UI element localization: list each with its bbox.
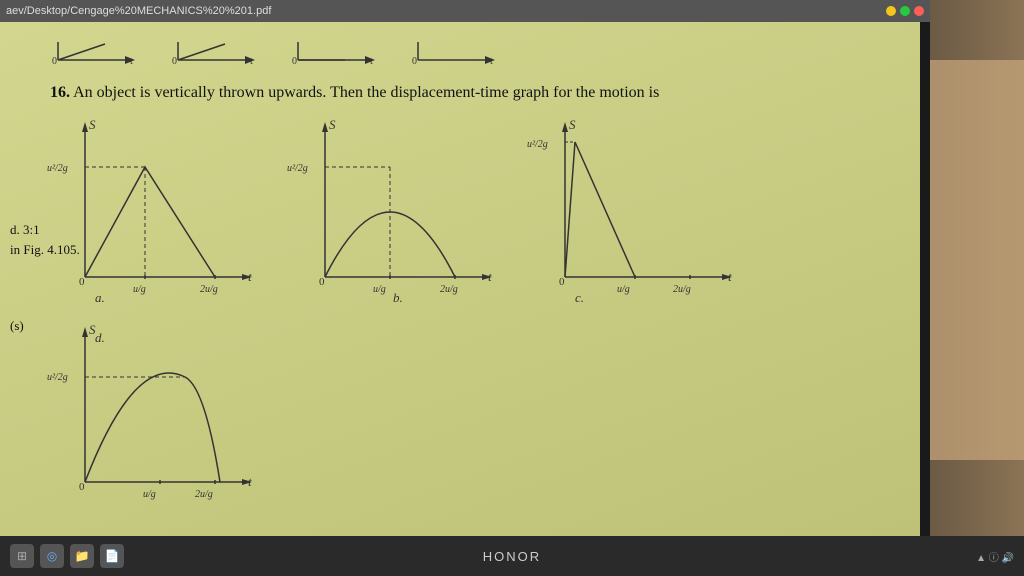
svg-text:u²/2g: u²/2g	[287, 163, 308, 174]
content-area: 0 t 0 t 0 t 0 t 16. A	[0, 22, 920, 542]
graph-d: S t 0 u²/2g u/g 2u/g d.	[45, 322, 275, 517]
svg-text:S: S	[89, 117, 96, 132]
graph-c: S t 0 u²/2g u/g 2u/g c.	[525, 117, 755, 312]
svg-text:u/g: u/g	[143, 489, 156, 500]
files-icon: 📁	[75, 549, 90, 564]
brand-label: HONOR	[483, 549, 541, 564]
question-block: 16. An object is vertically thrown upwar…	[50, 80, 900, 106]
taskbar-right: ▲ ⓘ 🔊	[976, 549, 1014, 564]
svg-text:u/g: u/g	[133, 284, 146, 295]
start-icon: ⊞	[17, 549, 27, 564]
graph-c-svg: S t 0 u²/2g u/g 2u/g c.	[525, 117, 755, 312]
svg-text:0: 0	[79, 481, 85, 493]
right-bezel	[930, 0, 1024, 576]
strip-graph-3: 0 t	[290, 34, 390, 66]
graph-a: S t 0 u²/2g u/g 2u/g a.	[45, 117, 275, 312]
strip-graph-2: 0 t	[170, 34, 270, 66]
svg-text:0: 0	[292, 56, 297, 66]
graph-b-svg: S t 0 u²/2g u/g 2u/g b.	[285, 117, 515, 312]
pdf-icon: 📄	[105, 549, 120, 564]
taskbar-icon-start[interactable]: ⊞	[10, 544, 34, 568]
close-icon[interactable]	[914, 6, 924, 16]
taskbar-time: ▲ ⓘ 🔊	[976, 549, 1014, 564]
svg-text:S: S	[569, 117, 576, 132]
svg-text:b.: b.	[393, 290, 403, 305]
browser-title: aev/Desktop/Cengage%20MECHANICS%20%201.p…	[6, 5, 271, 17]
svg-text:u/g: u/g	[373, 284, 386, 295]
svg-text:t: t	[490, 56, 493, 66]
svg-text:2u/g: 2u/g	[673, 284, 691, 295]
question-text-content: An object is vertically thrown upwards. …	[73, 84, 659, 101]
window-controls	[886, 6, 924, 16]
svg-text:2u/g: 2u/g	[440, 284, 458, 295]
svg-text:t: t	[130, 56, 133, 66]
svg-text:t: t	[728, 269, 732, 284]
svg-text:t: t	[248, 269, 252, 284]
taskbar-icon-files[interactable]: 📁	[70, 544, 94, 568]
svg-text:0: 0	[79, 276, 85, 288]
strip-graph-4: 0 t	[410, 34, 510, 66]
svg-text:t: t	[248, 474, 252, 489]
minimize-icon[interactable]	[886, 6, 896, 16]
svg-text:u²/2g: u²/2g	[47, 372, 68, 383]
right-content	[930, 60, 1024, 460]
svg-text:t: t	[488, 269, 492, 284]
taskbar-icon-pdf[interactable]: 📄	[100, 544, 124, 568]
graph-b: S t 0 u²/2g u/g 2u/g b.	[285, 117, 515, 312]
taskbar-icons: ⊞ ◎ 📁 📄	[10, 544, 124, 568]
svg-text:0: 0	[319, 276, 325, 288]
top-graph-strip: 0 t 0 t 0 t 0 t	[50, 34, 900, 66]
svg-text:0: 0	[172, 56, 177, 66]
svg-text:u/g: u/g	[617, 284, 630, 295]
browser-topbar: aev/Desktop/Cengage%20MECHANICS%20%201.p…	[0, 0, 930, 22]
strip-graph-1: 0 t	[50, 34, 150, 66]
svg-text:0: 0	[52, 56, 57, 66]
svg-text:0: 0	[559, 276, 565, 288]
maximize-icon[interactable]	[900, 6, 910, 16]
question-number: 16.	[50, 84, 70, 101]
svg-text:t: t	[370, 56, 373, 66]
svg-text:d.: d.	[95, 330, 105, 345]
graph-d-svg: S t 0 u²/2g u/g 2u/g d.	[45, 322, 275, 517]
svg-text:u²/2g: u²/2g	[527, 139, 548, 150]
svg-text:a.: a.	[95, 290, 105, 305]
taskbar-icon-browser[interactable]: ◎	[40, 544, 64, 568]
svg-text:0: 0	[412, 56, 417, 66]
svg-text:2u/g: 2u/g	[200, 284, 218, 295]
svg-text:u²/2g: u²/2g	[47, 163, 68, 174]
graph-a-svg: S t 0 u²/2g u/g 2u/g a.	[45, 117, 275, 312]
svg-text:S: S	[329, 117, 336, 132]
svg-text:t: t	[250, 56, 253, 66]
graphs-container: S t 0 u²/2g u/g 2u/g a.	[45, 117, 900, 517]
svg-text:2u/g: 2u/g	[195, 489, 213, 500]
browser-icon: ◎	[47, 549, 57, 564]
taskbar: ⊞ ◎ 📁 📄 HONOR ▲ ⓘ 🔊	[0, 536, 1024, 576]
svg-text:c.: c.	[575, 290, 584, 305]
